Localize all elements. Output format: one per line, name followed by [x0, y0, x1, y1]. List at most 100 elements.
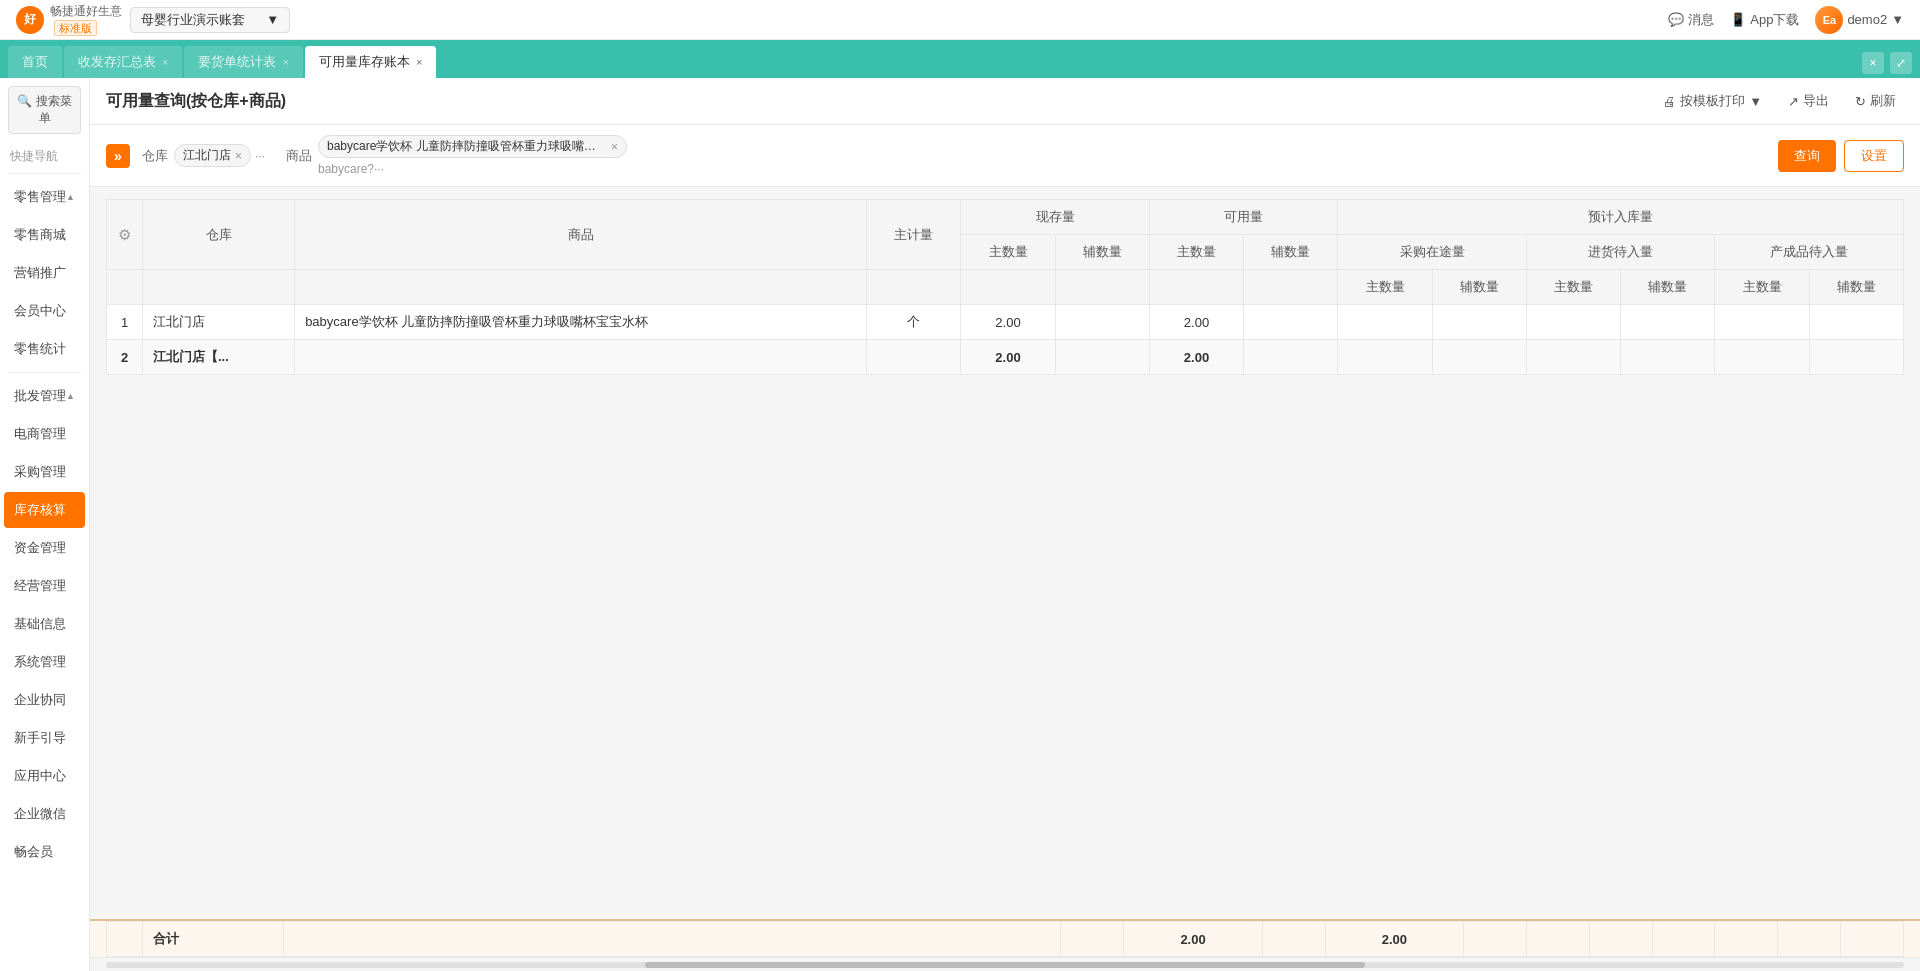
- group-production-main: [1715, 340, 1809, 375]
- print-template-btn[interactable]: 🖨 按模板打印 ▼: [1655, 88, 1770, 114]
- tab-receive-summary[interactable]: 收发存汇总表 ×: [64, 46, 182, 78]
- sidebar-item-vip[interactable]: 畅会员: [4, 834, 85, 870]
- th-empty4: [867, 270, 961, 305]
- sidebar-item-inventory-check[interactable]: 库存核算: [4, 492, 85, 528]
- th-gear[interactable]: ⚙: [107, 200, 143, 270]
- product-tag-babycare[interactable]: babycare学饮杯 儿童防摔防撞吸管杯重力球吸嘴杯宝宝水杯 ×: [318, 135, 627, 158]
- logo-icon: 好: [16, 6, 44, 34]
- cell-stock-main-1: 2.00: [961, 305, 1055, 340]
- cell-purchase-aux-1: [1432, 305, 1526, 340]
- th-empty2: [143, 270, 295, 305]
- group-stock-main: 2.00: [961, 340, 1055, 375]
- th-forecast-group: 预计入库量: [1338, 200, 1904, 235]
- app-download-btn[interactable]: 📱 App下载: [1730, 11, 1799, 29]
- export-btn[interactable]: ↗ 导出: [1780, 88, 1837, 114]
- filter-area: » 仓库 江北门店 × ··· 商品 babycare学饮杯 儿童防摔防撞吸管杯…: [90, 125, 1920, 187]
- sidebar-item-zero-sales-mgmt[interactable]: 零售管理: [4, 179, 85, 215]
- sidebar-item-purchase-mgmt[interactable]: 采购管理: [4, 454, 85, 490]
- logo-area: 好 畅捷通好生意 标准版: [16, 3, 122, 36]
- tab-available-ledger-label: 可用量库存账本: [319, 53, 410, 71]
- group-unit: [867, 340, 961, 375]
- sidebar-item-enterprise-wechat[interactable]: 企业微信: [4, 796, 85, 832]
- page-header: 可用量查询(按仓库+商品) 🖨 按模板打印 ▼ ↗ 导出 ↻ 刷新: [90, 78, 1920, 125]
- sidebar-item-label-zero-stats: 零售统计: [14, 340, 66, 358]
- sidebar-item-ecommerce-mgmt[interactable]: 电商管理: [4, 416, 85, 452]
- sidebar-item-label-sys-mgmt: 系统管理: [14, 653, 66, 671]
- sidebar-item-label-member-center: 会员中心: [14, 302, 66, 320]
- avatar: Ea: [1815, 6, 1843, 34]
- search-menu-btn[interactable]: 🔍 搜索菜单: [8, 86, 81, 134]
- tab-order-stats[interactable]: 要货单统计表 ×: [184, 46, 302, 78]
- template-badge: 标准版: [54, 20, 97, 36]
- message-label: 消息: [1688, 11, 1714, 29]
- group-seq: 2: [107, 340, 143, 375]
- sidebar-item-app-center[interactable]: 应用中心: [4, 758, 85, 794]
- footer-area: 合计 2.00 2.00: [90, 919, 1920, 957]
- username: demo2: [1847, 12, 1887, 27]
- warehouse-label: 仓库: [142, 147, 168, 165]
- refresh-btn[interactable]: ↻ 刷新: [1847, 88, 1904, 114]
- cell-seq-1: 1: [107, 305, 143, 340]
- sidebar-item-enterprise-collab[interactable]: 企业协同: [4, 682, 85, 718]
- th-production-aux: 辅数量: [1809, 270, 1903, 305]
- th-empty3: [295, 270, 867, 305]
- cell-product-1: babycare学饮杯 儿童防摔防撞吸管杯重力球吸嘴杯宝宝水杯: [295, 305, 867, 340]
- scrollbar-track: [106, 962, 1904, 968]
- search-icon: 🔍: [17, 94, 32, 108]
- product-more[interactable]: babycare?···: [318, 162, 384, 176]
- th-incoming-main: 主数量: [1526, 270, 1620, 305]
- sidebar-item-new-guide[interactable]: 新手引导: [4, 720, 85, 756]
- group-available-main: 2.00: [1149, 340, 1243, 375]
- sidebar-item-label-zero-mall: 零售商城: [14, 226, 66, 244]
- tab-receive-summary-label: 收发存汇总表: [78, 53, 156, 71]
- sidebar-item-zero-mall[interactable]: 零售商城: [4, 217, 85, 253]
- scrollbar-thumb[interactable]: [645, 962, 1364, 968]
- tab-bar-right: × ⤢: [1862, 52, 1912, 78]
- sidebar-item-ops-mgmt[interactable]: 经营管理: [4, 568, 85, 604]
- warehouse-more[interactable]: ···: [255, 149, 265, 163]
- th-empty1: [107, 270, 143, 305]
- cell-incoming-main-1: [1526, 305, 1620, 340]
- cell-production-aux-1: [1809, 305, 1903, 340]
- footer-available-main: 2.00: [1325, 922, 1464, 957]
- warehouse-tag-jiangbei[interactable]: 江北门店 ×: [174, 144, 251, 167]
- footer-production-aux: [1841, 922, 1904, 957]
- store-selector[interactable]: 母婴行业演示账套 ▼: [130, 7, 290, 33]
- filter-expand-btn[interactable]: »: [106, 144, 130, 168]
- user-menu[interactable]: Ea demo2 ▼: [1815, 6, 1904, 34]
- gear-icon[interactable]: ⚙: [118, 226, 131, 243]
- horizontal-scrollbar[interactable]: [90, 957, 1920, 971]
- th-purchase-transit-group: 采购在途量: [1338, 235, 1527, 270]
- app-name: 畅捷通好生意: [50, 3, 122, 20]
- tab-available-ledger-close[interactable]: ×: [416, 56, 422, 68]
- product-tag-babycare-close[interactable]: ×: [611, 140, 618, 154]
- sidebar-item-basic-info[interactable]: 基础信息: [4, 606, 85, 642]
- sidebar-item-member-center[interactable]: 会员中心: [4, 293, 85, 329]
- sidebar-item-batch-mgmt[interactable]: 批发管理: [4, 378, 85, 414]
- store-name: 母婴行业演示账套: [141, 11, 245, 29]
- tab-available-ledger[interactable]: 可用量库存账本 ×: [305, 46, 436, 78]
- sidebar-item-sys-mgmt[interactable]: 系统管理: [4, 644, 85, 680]
- product-label: 商品: [286, 147, 312, 165]
- tab-home[interactable]: 首页: [8, 46, 62, 78]
- header-right: 💬 消息 📱 App下载 Ea demo2 ▼: [1668, 6, 1904, 34]
- group-purchase-main: [1338, 340, 1432, 375]
- tab-expand-btn[interactable]: ⤢: [1890, 52, 1912, 74]
- sidebar-item-marketing[interactable]: 营销推广: [4, 255, 85, 291]
- sidebar-item-zero-stats[interactable]: 零售统计: [4, 331, 85, 367]
- tab-close-all-btn[interactable]: ×: [1862, 52, 1884, 74]
- message-btn[interactable]: 💬 消息: [1668, 11, 1714, 29]
- warehouse-tag-jiangbei-close[interactable]: ×: [235, 149, 242, 163]
- tab-receive-summary-close[interactable]: ×: [162, 56, 168, 68]
- settings-btn[interactable]: 设置: [1844, 140, 1904, 172]
- group-product: [295, 340, 867, 375]
- sidebar-divider-2: [8, 372, 81, 373]
- sidebar-item-finance-mgmt[interactable]: 资金管理: [4, 530, 85, 566]
- top-header: 好 畅捷通好生意 标准版 母婴行业演示账套 ▼ 💬 消息 📱 App下载 Ea …: [0, 0, 1920, 40]
- footer-table: 合计 2.00 2.00: [106, 921, 1904, 957]
- group-available-aux: [1244, 340, 1338, 375]
- footer-label: 合计: [143, 922, 284, 957]
- th-unit: 主计量: [867, 200, 961, 270]
- query-btn[interactable]: 查询: [1778, 140, 1836, 172]
- tab-order-stats-close[interactable]: ×: [282, 56, 288, 68]
